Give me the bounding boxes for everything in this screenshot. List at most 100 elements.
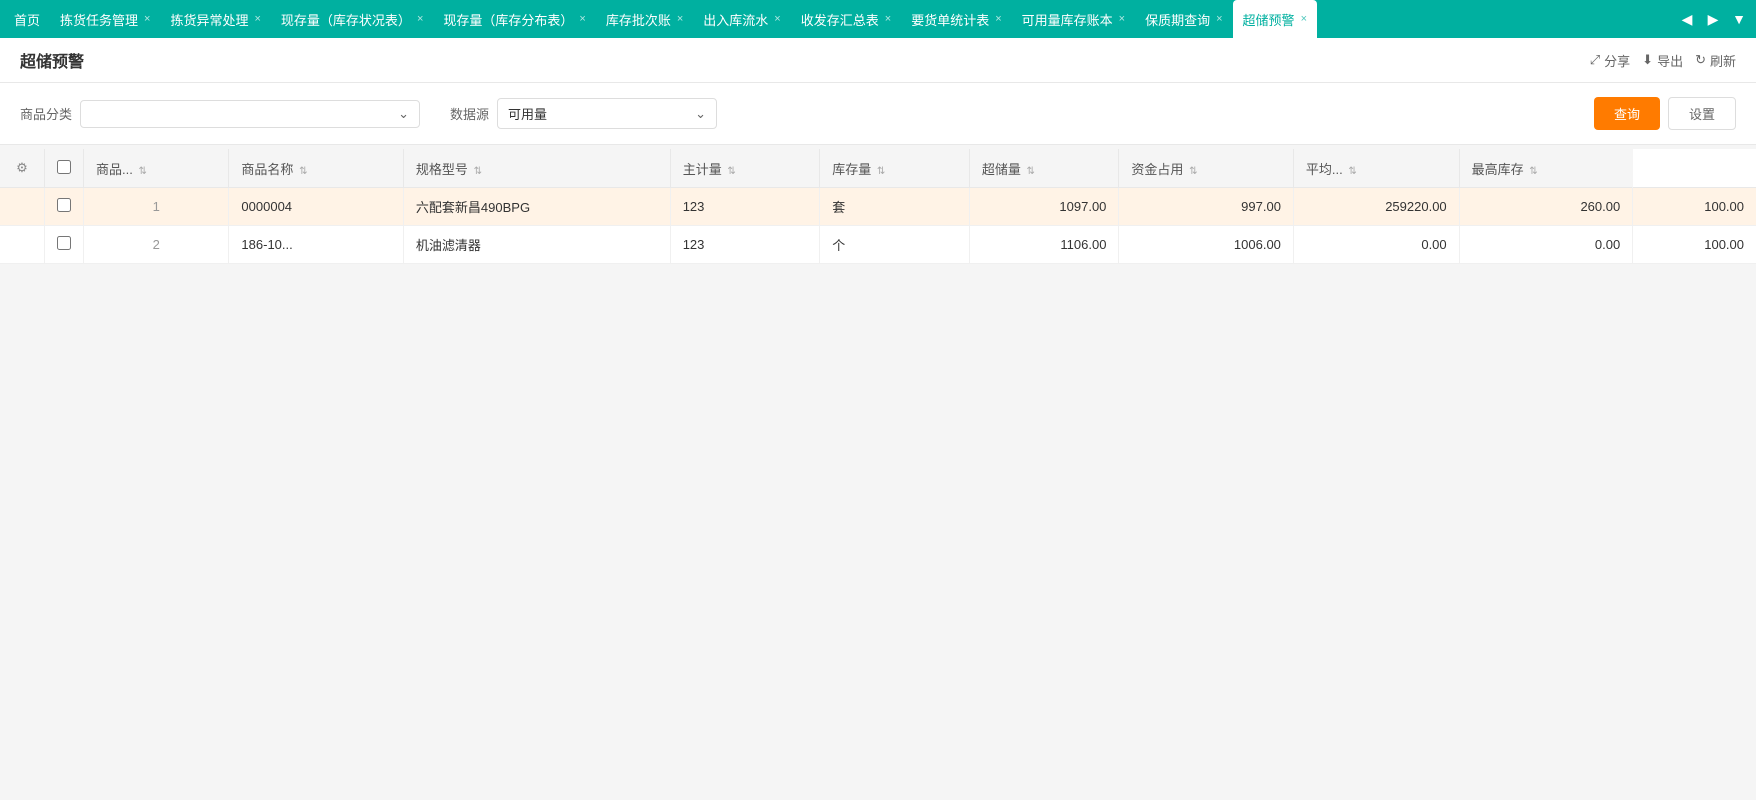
table-row: 1 0000004 六配套新昌490BPG 123 套 1097.00 997.… bbox=[0, 188, 1756, 226]
col-product-code-header: 商品... ⇅ bbox=[84, 149, 229, 188]
nav-item-label: 要货单统计表 bbox=[911, 10, 989, 29]
col-capital-header: 资金占用 ⇅ bbox=[1119, 149, 1294, 188]
nav-item[interactable]: 库存批次账 × bbox=[596, 0, 693, 38]
nav-close-icon[interactable]: × bbox=[1301, 13, 1307, 25]
row-index: 1 bbox=[84, 188, 229, 226]
share-icon: ⤢ bbox=[1590, 52, 1600, 68]
nav-item[interactable]: 拣货异常处理 × bbox=[160, 0, 270, 38]
row-gear-cell bbox=[0, 226, 45, 264]
nav-close-icon[interactable]: × bbox=[885, 13, 891, 25]
row-avg: 0.00 bbox=[1459, 226, 1633, 264]
nav-item-label: 拣货异常处理 bbox=[170, 10, 248, 29]
sort-icon-maxstock: ⇅ bbox=[1529, 166, 1537, 177]
nav-close-icon[interactable]: × bbox=[774, 13, 780, 25]
sort-icon-stock: ⇅ bbox=[877, 166, 885, 177]
row-product-name: 六配套新昌490BPG bbox=[403, 188, 670, 226]
table-row: 2 186-10... 机油滤清器 123 个 1106.00 1006.00 … bbox=[0, 226, 1756, 264]
row-max-stock: 100.00 bbox=[1633, 188, 1756, 226]
nav-item[interactable]: 拣货任务管理 × bbox=[50, 0, 160, 38]
row-unit: 个 bbox=[820, 226, 970, 264]
row-checkbox[interactable] bbox=[57, 236, 71, 250]
nav-close-icon[interactable]: × bbox=[995, 13, 1001, 25]
nav-close-icon[interactable]: × bbox=[417, 13, 423, 25]
nav-item-label: 收发存汇总表 bbox=[801, 10, 879, 29]
select-all-checkbox[interactable] bbox=[57, 160, 71, 174]
filter-area: 商品分类 ⌄ 数据源 可用量 ⌄ 查询 设置 bbox=[0, 83, 1756, 145]
row-checkbox[interactable] bbox=[57, 198, 71, 212]
chevron-down-icon: ⌄ bbox=[398, 106, 409, 122]
set-button[interactable]: 设置 bbox=[1668, 97, 1736, 130]
top-navigation: 首页拣货任务管理×拣货异常处理×现存量（库存状况表）×现存量（库存分布表）×库存… bbox=[0, 0, 1756, 38]
row-max-stock: 100.00 bbox=[1633, 226, 1756, 264]
row-capital: 0.00 bbox=[1293, 226, 1459, 264]
col-overstock-header: 超储量 ⇅ bbox=[969, 149, 1119, 188]
row-capital: 259220.00 bbox=[1293, 188, 1459, 226]
row-unit: 套 bbox=[820, 188, 970, 226]
row-gear-cell bbox=[0, 188, 45, 226]
col-stock-header: 库存量 ⇅ bbox=[820, 149, 970, 188]
nav-item[interactable]: 现存量（库存分布表） × bbox=[433, 0, 595, 38]
col-unit-header: 主计量 ⇅ bbox=[670, 149, 820, 188]
nav-item[interactable]: 首页 bbox=[4, 0, 50, 38]
nav-close-icon[interactable]: × bbox=[1119, 13, 1125, 25]
datasource-label: 数据源 bbox=[450, 104, 489, 123]
nav-item[interactable]: 可用量库存账本× bbox=[1012, 0, 1135, 38]
gear-settings-icon[interactable]: ⚙ bbox=[12, 158, 32, 178]
row-over-stock: 1006.00 bbox=[1119, 226, 1294, 264]
col-checkbox-header bbox=[45, 149, 84, 188]
nav-item-label: 超储预警 bbox=[1243, 10, 1295, 29]
nav-item[interactable]: 出入库流水 × bbox=[693, 0, 790, 38]
nav-item-label: 出入库流水 bbox=[703, 10, 768, 29]
nav-more-arrow[interactable]: ▼ bbox=[1726, 6, 1752, 32]
page-header: 超储预警 ⤢ 分享 ⬇ 导出 ↻ 刷新 bbox=[0, 38, 1756, 83]
row-avg: 260.00 bbox=[1459, 188, 1633, 226]
nav-close-icon[interactable]: × bbox=[254, 13, 260, 25]
datasource-select[interactable]: 可用量 ⌄ bbox=[497, 98, 717, 129]
nav-close-icon[interactable]: × bbox=[1216, 13, 1222, 25]
product-category-label: 商品分类 bbox=[20, 104, 72, 123]
product-category-select[interactable]: ⌄ bbox=[80, 100, 420, 128]
share-button[interactable]: ⤢ 分享 bbox=[1590, 51, 1630, 70]
nav-item[interactable]: 超储预警 × bbox=[1233, 0, 1317, 38]
table-area: ⚙ 商品... ⇅ 商品名称 ⇅ 规格型号 ⇅ 主计量 bbox=[0, 149, 1756, 264]
row-index: 2 bbox=[84, 226, 229, 264]
nav-next-arrow[interactable]: ▶ bbox=[1700, 6, 1726, 32]
sort-icon-code: ⇅ bbox=[138, 166, 146, 177]
col-avg-header: 平均... ⇅ bbox=[1293, 149, 1459, 188]
product-category-filter: 商品分类 ⌄ bbox=[20, 100, 420, 128]
nav-item-label: 保质期查询 bbox=[1145, 10, 1210, 29]
refresh-icon: ↻ bbox=[1695, 52, 1706, 68]
nav-item-label: 现存量（库存分布表） bbox=[443, 10, 573, 29]
nav-close-icon[interactable]: × bbox=[677, 13, 683, 25]
nav-prev-arrow[interactable]: ◀ bbox=[1674, 6, 1700, 32]
nav-item-label: 拣货任务管理 bbox=[60, 10, 138, 29]
row-spec: 123 bbox=[670, 188, 820, 226]
row-product-code: 0000004 bbox=[229, 188, 404, 226]
sort-icon-avg: ⇅ bbox=[1348, 166, 1356, 177]
nav-item[interactable]: 现存量（库存状况表） × bbox=[271, 0, 433, 38]
row-checkbox-cell bbox=[45, 188, 84, 226]
row-stock: 1097.00 bbox=[969, 188, 1119, 226]
nav-close-icon[interactable]: × bbox=[144, 13, 150, 25]
nav-item[interactable]: 收发存汇总表 × bbox=[791, 0, 901, 38]
row-checkbox-cell bbox=[45, 226, 84, 264]
nav-item[interactable]: 保质期查询 × bbox=[1135, 0, 1232, 38]
col-product-name-header: 商品名称 ⇅ bbox=[229, 149, 404, 188]
data-table: ⚙ 商品... ⇅ 商品名称 ⇅ 规格型号 ⇅ 主计量 bbox=[0, 149, 1756, 264]
chevron-down-icon-2: ⌄ bbox=[695, 106, 706, 122]
row-product-name: 机油滤清器 bbox=[403, 226, 670, 264]
sort-icon-name: ⇅ bbox=[299, 166, 307, 177]
nav-close-icon[interactable]: × bbox=[579, 13, 585, 25]
nav-item-label: 库存批次账 bbox=[606, 10, 671, 29]
row-over-stock: 997.00 bbox=[1119, 188, 1294, 226]
page-title: 超储预警 bbox=[20, 48, 84, 72]
nav-item-label: 首页 bbox=[14, 10, 40, 29]
sort-icon-overstock: ⇅ bbox=[1026, 166, 1034, 177]
header-actions: ⤢ 分享 ⬇ 导出 ↻ 刷新 bbox=[1590, 51, 1736, 70]
query-button[interactable]: 查询 bbox=[1594, 97, 1660, 130]
refresh-button[interactable]: ↻ 刷新 bbox=[1695, 51, 1736, 70]
nav-item-label: 现存量（库存状况表） bbox=[281, 10, 411, 29]
export-button[interactable]: ⬇ 导出 bbox=[1642, 51, 1683, 70]
nav-item[interactable]: 要货单统计表 × bbox=[901, 0, 1011, 38]
col-maxstock-header: 最高库存 ⇅ bbox=[1459, 149, 1633, 188]
